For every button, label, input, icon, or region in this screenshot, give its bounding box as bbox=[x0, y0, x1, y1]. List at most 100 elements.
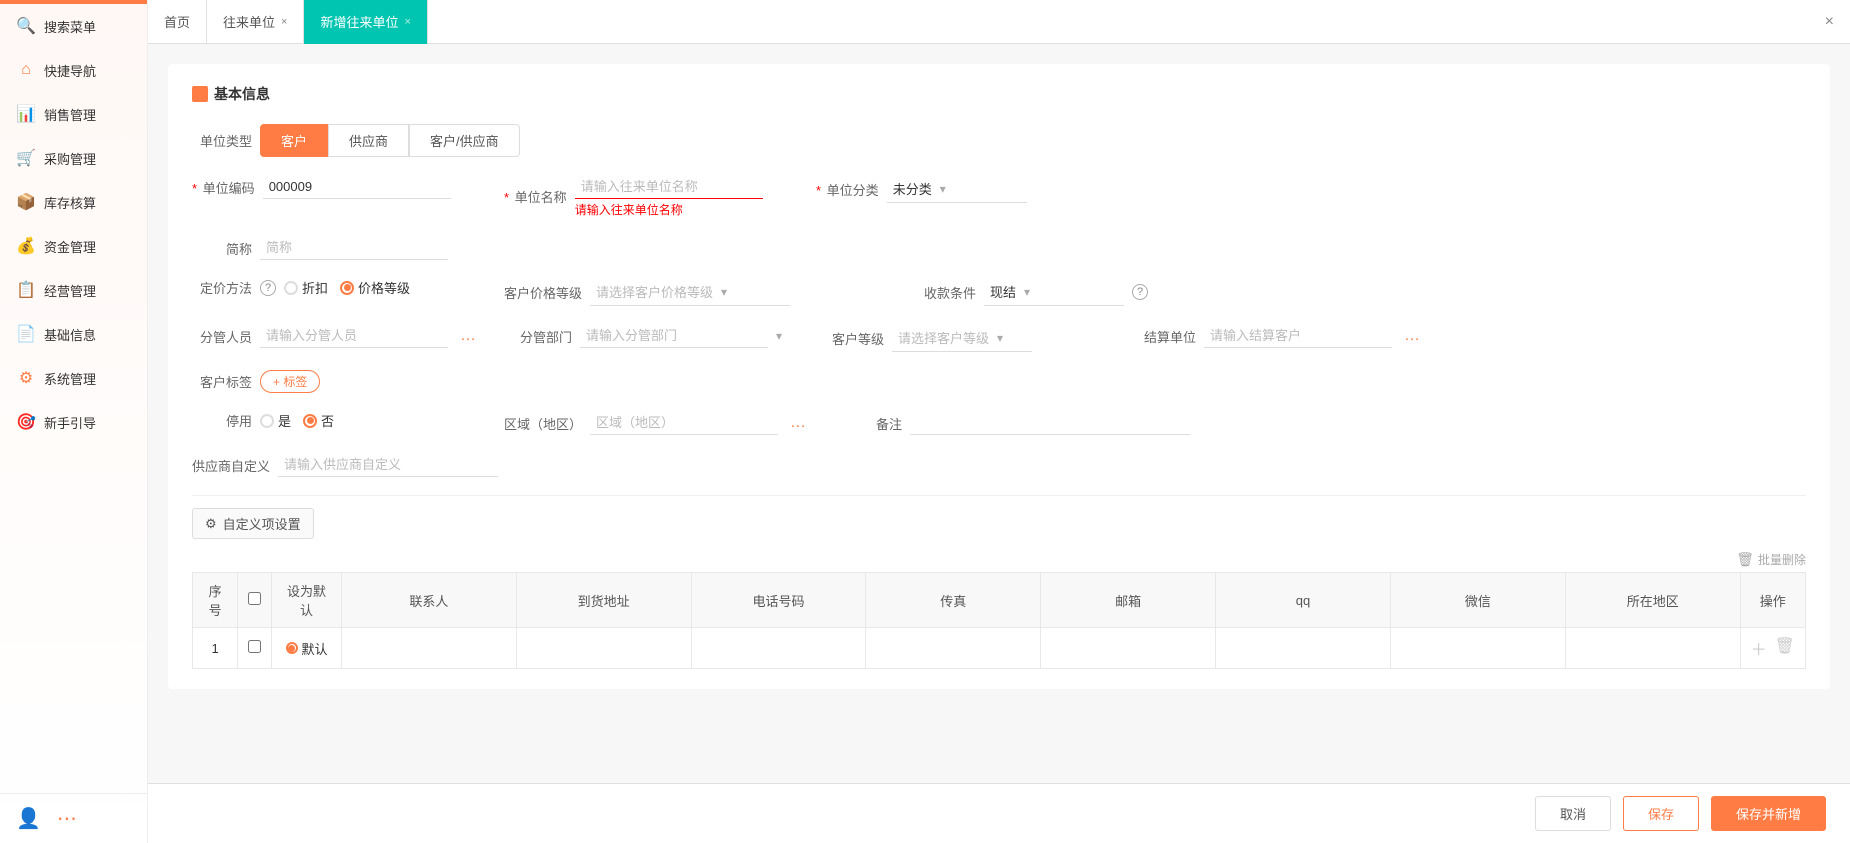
settlement-field: 结算单位 … bbox=[1136, 324, 1424, 348]
sidebar-item-label: 新手引导 bbox=[44, 413, 96, 432]
tab-home-label: 首页 bbox=[164, 12, 190, 31]
select-all-checkbox[interactable] bbox=[248, 592, 261, 605]
manager-more-btn[interactable]: … bbox=[456, 327, 480, 345]
pricing-radio-level[interactable]: 价格等级 bbox=[340, 278, 410, 297]
sidebar-user-icon[interactable]: 👤 bbox=[16, 806, 41, 831]
supplier-custom-input[interactable] bbox=[278, 453, 498, 477]
sidebar-item-label: 基础信息 bbox=[44, 325, 96, 344]
tab-new-counterparty-close[interactable]: × bbox=[404, 16, 410, 28]
row-fax-input[interactable] bbox=[876, 641, 1030, 656]
pricing-radio-discount[interactable]: 折扣 bbox=[284, 278, 328, 297]
department-input[interactable] bbox=[580, 324, 768, 348]
unit-category-select[interactable]: 未分类 ▾ bbox=[887, 175, 1027, 203]
sidebar-item-basic[interactable]: 📄 基础信息 bbox=[0, 312, 147, 356]
type-buttons: 客户 供应商 客户/供应商 bbox=[260, 124, 520, 157]
row-contact[interactable] bbox=[341, 628, 516, 669]
save-new-button[interactable]: 保存并新增 bbox=[1711, 796, 1826, 831]
tab-counterparty-close[interactable]: × bbox=[281, 16, 287, 28]
settlement-input[interactable] bbox=[1204, 324, 1392, 348]
sidebar-item-sales[interactable]: 📊 销售管理 bbox=[0, 92, 147, 136]
sidebar-item-guide[interactable]: 🎯 新手引导 bbox=[0, 400, 147, 444]
pricing-help-icon[interactable]: ? bbox=[260, 280, 276, 296]
sidebar-more-icon[interactable]: ⋯ bbox=[57, 806, 77, 831]
row-region[interactable] bbox=[1565, 628, 1740, 669]
tab-home[interactable]: 首页 bbox=[148, 0, 207, 44]
payment-help-icon[interactable]: ? bbox=[1132, 284, 1148, 300]
remark-input[interactable] bbox=[910, 411, 1190, 435]
tabs-close-all[interactable]: × bbox=[1809, 13, 1850, 31]
row-contact-input[interactable] bbox=[352, 641, 506, 656]
batch-delete-label[interactable]: 批量删除 bbox=[1758, 551, 1806, 568]
unit-code-input[interactable] bbox=[263, 175, 451, 199]
tab-bar: 首页 往来单位 × 新增往来单位 × × bbox=[148, 0, 1850, 44]
unit-category-label: * 单位分类 bbox=[816, 180, 879, 199]
save-button[interactable]: 保存 bbox=[1623, 796, 1699, 831]
unit-category-value: 未分类 bbox=[893, 179, 932, 198]
row-phone[interactable] bbox=[691, 628, 866, 669]
home-icon: ⌂ bbox=[16, 60, 36, 80]
sidebar-item-quicknav[interactable]: ⌂ 快捷导航 bbox=[0, 48, 147, 92]
row-default-label: 默认 bbox=[302, 639, 328, 658]
col-email: 邮箱 bbox=[1041, 573, 1216, 628]
type-btn-customer[interactable]: 客户 bbox=[260, 124, 328, 157]
col-address: 到货地址 bbox=[516, 573, 691, 628]
row-delete-btn[interactable]: 🗑 bbox=[1775, 636, 1795, 660]
row-qq[interactable] bbox=[1215, 628, 1390, 669]
row-address[interactable] bbox=[516, 628, 691, 669]
row-fax[interactable] bbox=[866, 628, 1041, 669]
row-qq-input[interactable] bbox=[1226, 641, 1380, 656]
row-phone-input[interactable] bbox=[702, 641, 856, 656]
custom-settings-btn[interactable]: ⚙ 自定义项设置 bbox=[192, 508, 314, 539]
col-fax: 传真 bbox=[866, 573, 1041, 628]
pricing-row: 定价方法 ? 折扣 价格等级 客户价格等级 bbox=[192, 278, 1806, 306]
disable-yes-item[interactable]: 是 bbox=[260, 411, 291, 430]
row-region-input[interactable] bbox=[1576, 641, 1730, 656]
tab-new-counterparty-label: 新增往来单位 bbox=[320, 12, 398, 31]
row-email[interactable] bbox=[1041, 628, 1216, 669]
sidebar-item-search[interactable]: 🔍 搜索菜单 bbox=[0, 4, 147, 48]
short-name-input[interactable] bbox=[260, 236, 448, 260]
sidebar-item-operations[interactable]: 📋 经营管理 bbox=[0, 268, 147, 312]
row-address-input[interactable] bbox=[527, 641, 681, 656]
sidebar-item-inventory[interactable]: 📦 库存核算 bbox=[0, 180, 147, 224]
payment-terms-field: 收款条件 现结 ▾ ? bbox=[916, 278, 1196, 306]
sidebar-item-label: 系统管理 bbox=[44, 369, 96, 388]
cancel-button[interactable]: 取消 bbox=[1535, 796, 1611, 831]
customer-level-select[interactable]: 请选择客户等级 ▾ bbox=[892, 324, 1032, 352]
section-title-text: 基本信息 bbox=[214, 84, 270, 104]
row-email-input[interactable] bbox=[1051, 641, 1205, 656]
row-select-checkbox[interactable] bbox=[248, 640, 261, 653]
section-title-icon bbox=[192, 86, 208, 102]
sidebar-item-purchase[interactable]: 🛒 采购管理 bbox=[0, 136, 147, 180]
region-input[interactable] bbox=[590, 411, 778, 435]
unit-code-label: * 单位编码 bbox=[192, 178, 255, 197]
customer-level-arrow: ▾ bbox=[997, 331, 1003, 345]
settlement-more-btn[interactable]: … bbox=[1400, 327, 1424, 345]
row-add-btn[interactable]: ＋ bbox=[1751, 636, 1767, 660]
row-wechat-input[interactable] bbox=[1401, 641, 1555, 656]
department-label: 分管部门 bbox=[512, 327, 572, 346]
region-more-btn[interactable]: … bbox=[786, 414, 810, 432]
row-default-radio[interactable] bbox=[286, 642, 298, 654]
disable-no-item[interactable]: 否 bbox=[303, 411, 334, 430]
unit-name-input[interactable] bbox=[575, 175, 763, 199]
type-btn-both[interactable]: 客户/供应商 bbox=[409, 124, 520, 157]
disable-field: 停用 是 否 bbox=[192, 411, 472, 430]
sidebar-item-label: 经营管理 bbox=[44, 281, 96, 300]
search-icon: 🔍 bbox=[16, 16, 36, 36]
manager-input[interactable] bbox=[260, 324, 448, 348]
customer-tag-field: 客户标签 + 标签 bbox=[192, 370, 472, 393]
manager-label: 分管人员 bbox=[192, 327, 252, 346]
tab-counterparty[interactable]: 往来单位 × bbox=[207, 0, 304, 44]
unit-type-field: 单位类型 客户 供应商 客户/供应商 bbox=[192, 124, 520, 157]
type-btn-supplier[interactable]: 供应商 bbox=[328, 124, 409, 157]
add-tag-btn[interactable]: + 标签 bbox=[260, 370, 320, 393]
sidebar-item-finance[interactable]: 💰 资金管理 bbox=[0, 224, 147, 268]
sidebar-item-system[interactable]: ⚙ 系统管理 bbox=[0, 356, 147, 400]
customer-price-level-field: 客户价格等级 请选择客户价格等级 ▾ bbox=[504, 278, 884, 306]
finance-icon: 💰 bbox=[16, 236, 36, 256]
tab-new-counterparty[interactable]: 新增往来单位 × bbox=[304, 0, 427, 44]
row-wechat[interactable] bbox=[1391, 628, 1566, 669]
payment-terms-select[interactable]: 现结 ▾ bbox=[984, 278, 1124, 306]
customer-price-level-select[interactable]: 请选择客户价格等级 ▾ bbox=[590, 278, 790, 306]
